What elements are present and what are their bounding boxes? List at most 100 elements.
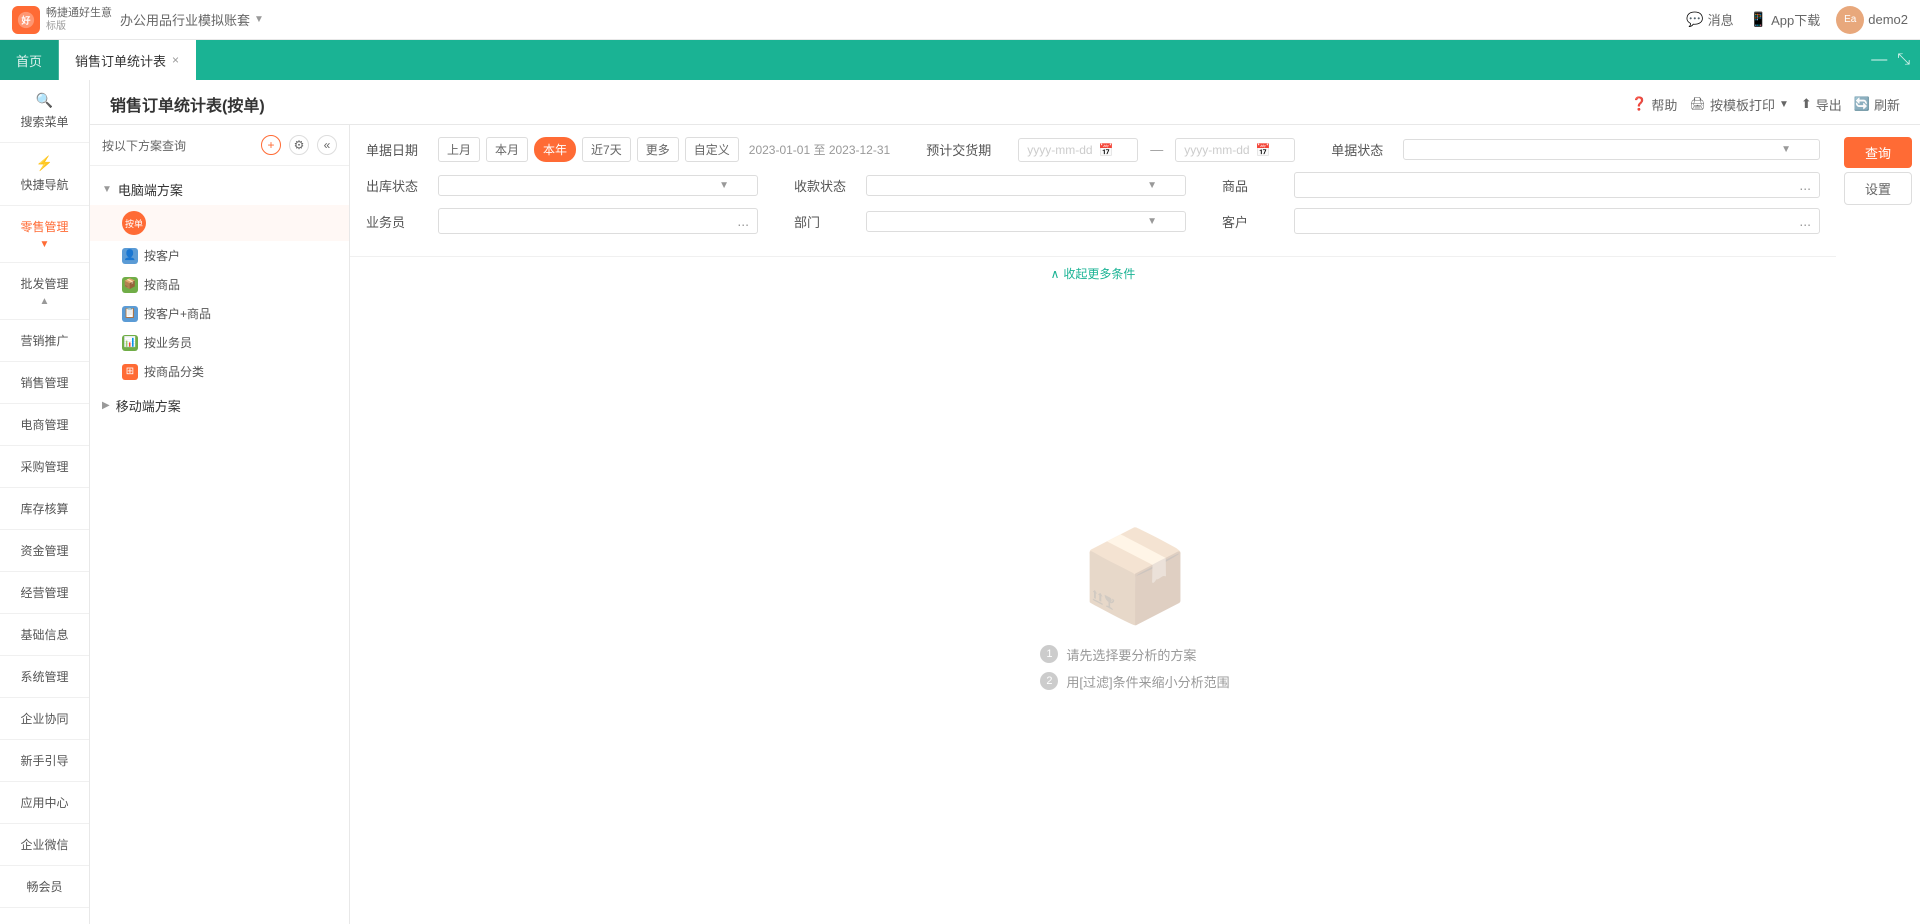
payment-status-chevron-icon: ▼ xyxy=(1147,180,1157,191)
help-icon: ❓ xyxy=(1631,96,1647,112)
page-header: 销售订单统计表(按单) ❓ 帮助 🖨 按模板打印 ▼ ⬆ 导出 🔄 刷新 xyxy=(90,80,1920,125)
refresh-button[interactable]: 🔄 刷新 xyxy=(1854,95,1900,114)
empty-tip-2: 2 用[过滤]条件来缩小分析范围 xyxy=(1040,672,1229,691)
tree-parent-mobile[interactable]: ▶ 移动端方案 xyxy=(90,390,349,421)
export-button[interactable]: ⬆ 导出 xyxy=(1801,95,1842,114)
logo-icon: 好 xyxy=(12,6,40,34)
filter-row-2: 出库状态 ▼ 收款状态 ▼ 商品 xyxy=(366,172,1820,198)
tree-mobile-arrow-icon: ▶ xyxy=(102,400,110,411)
goods-input[interactable]: ... xyxy=(1294,172,1820,198)
sidebar-item-retail[interactable]: 零售管理 ▼ xyxy=(0,206,89,263)
message-button[interactable]: 💬 消息 xyxy=(1686,10,1733,29)
help-button[interactable]: ❓ 帮助 xyxy=(1631,95,1677,114)
wholesale-arrow-icon: ▲ xyxy=(40,296,50,307)
settings-scheme-button[interactable]: ⚙ xyxy=(289,135,309,155)
sidebar-item-ecommerce[interactable]: 电商管理 xyxy=(0,404,89,446)
retail-label: 零售管理 xyxy=(20,218,68,235)
tree-item-by-order[interactable]: 按单 xyxy=(90,205,349,241)
sidebar-item-marketing[interactable]: 营销推广 xyxy=(0,320,89,362)
tab-sales-order-stat[interactable]: 销售订单统计表 × xyxy=(59,40,196,80)
logo-text: 畅捷通好生意 标版 xyxy=(46,6,112,33)
sidebar-item-inventory[interactable]: 库存核算 xyxy=(0,488,89,530)
collapse-panel-button[interactable]: « xyxy=(317,135,337,155)
sidebar-item-quicknav[interactable]: ⚡ 快捷导航 xyxy=(0,143,89,206)
payment-status-select[interactable]: ▼ xyxy=(866,175,1186,196)
delivery-date-end-input[interactable]: yyyy-mm-dd 📅 xyxy=(1175,138,1295,162)
template-print-button[interactable]: 🖨 按模板打印 ▼ xyxy=(1689,95,1788,114)
top-bar-right: 💬 消息 📱 App下载 Ea demo2 xyxy=(1686,6,1908,34)
action-buttons: 查询 设置 xyxy=(1836,125,1920,290)
template-print-arrow-icon: ▼ xyxy=(1779,99,1789,110)
sidebar-item-appstore[interactable]: 应用中心 xyxy=(0,782,89,824)
delivery-date-start-input[interactable]: yyyy-mm-dd 📅 xyxy=(1018,138,1138,162)
settings-button[interactable]: 设置 xyxy=(1844,172,1912,205)
sidebar-item-base[interactable]: 基础信息 xyxy=(0,614,89,656)
tree-item-by-product[interactable]: 📦 按商品 xyxy=(90,270,349,299)
tab-close-icon[interactable]: × xyxy=(172,53,179,67)
department-chevron-icon: ▼ xyxy=(1147,216,1157,227)
order-status-select[interactable]: ▼ xyxy=(1403,139,1820,160)
sidebar-item-sales[interactable]: 销售管理 xyxy=(0,362,89,404)
sidebar-item-finance[interactable]: 资金管理 xyxy=(0,530,89,572)
query-button[interactable]: 查询 xyxy=(1844,137,1912,168)
user-area[interactable]: Ea demo2 xyxy=(1836,6,1908,34)
ship-status-select[interactable]: ▼ xyxy=(438,175,758,196)
sidebar-item-enterprise[interactable]: 企业协同 xyxy=(0,698,89,740)
app-download-button[interactable]: 📱 App下载 xyxy=(1750,10,1821,29)
sidebar-item-wholesale[interactable]: 批发管理 ▲ xyxy=(0,263,89,320)
sidebar-item-search[interactable]: 🔍 搜索菜单 xyxy=(0,80,89,143)
tree-parent-pc[interactable]: ▼ 电脑端方案 xyxy=(90,174,349,205)
filter-form: 单据日期 上月 本月 本年 近7天 更多 自定义 2023-01-01 至 20… xyxy=(350,125,1836,290)
content-area: 销售订单统计表(按单) ❓ 帮助 🖨 按模板打印 ▼ ⬆ 导出 🔄 刷新 xyxy=(90,80,1920,924)
date-btn-last-month[interactable]: 上月 xyxy=(438,137,480,162)
left-panel-header: 按以下方案查询 + ⚙ « xyxy=(90,125,349,166)
tree-parent-arrow-icon: ▼ xyxy=(102,184,112,195)
sidebar-item-system[interactable]: 系统管理 xyxy=(0,656,89,698)
tree-item-by-customer[interactable]: 👤 按客户 xyxy=(90,241,349,270)
date-btn-this-month[interactable]: 本月 xyxy=(486,137,528,162)
print-icon: 🖨 xyxy=(1689,96,1706,112)
logo-area: 好 畅捷通好生意 标版 xyxy=(12,6,112,34)
department-select[interactable]: ▼ xyxy=(866,211,1186,232)
salesman-ellipsis-icon: ... xyxy=(737,213,749,229)
date-filter: 上月 本月 本年 近7天 更多 自定义 2023-01-01 至 2023-12… xyxy=(438,137,890,162)
tab-home[interactable]: 首页 xyxy=(0,40,59,80)
sidebar-item-vip[interactable]: 畅会员 xyxy=(0,866,89,908)
date-btn-this-year[interactable]: 本年 xyxy=(534,137,576,162)
tree-item-by-customer-product[interactable]: 📋 按客户+商品 xyxy=(90,299,349,328)
minimize-button[interactable]: — xyxy=(1871,51,1887,69)
ship-status-chevron-icon: ▼ xyxy=(719,180,729,191)
date-btn-more[interactable]: 更多 xyxy=(637,137,679,162)
by-product-icon: 📦 xyxy=(122,277,138,293)
tree-item-by-salesman[interactable]: 📊 按业务员 xyxy=(90,328,349,357)
message-icon: 💬 xyxy=(1686,11,1703,28)
tab-bar: 首页 销售订单统计表 × — ⤡ xyxy=(0,40,1920,80)
right-filter: 单据日期 上月 本月 本年 近7天 更多 自定义 2023-01-01 至 20… xyxy=(350,125,1920,924)
tab-bar-actions: — ⤡ xyxy=(1861,40,1920,80)
top-bar-left: 好 畅捷通好生意 标版 办公用品行业模拟账套 ▼ xyxy=(12,6,264,34)
retail-arrow-icon: ▼ xyxy=(40,239,50,250)
sidebar-item-wechat[interactable]: 企业微信 xyxy=(0,824,89,866)
sidebar-item-operations[interactable]: 经营管理 xyxy=(0,572,89,614)
add-scheme-button[interactable]: + xyxy=(261,135,281,155)
search-icon: 🔍 xyxy=(36,92,53,109)
salesman-input[interactable]: ... xyxy=(438,208,758,234)
date-btn-last-7-days[interactable]: 近7天 xyxy=(582,137,631,162)
page-title: 销售订单统计表(按单) xyxy=(110,92,265,116)
date-btn-custom[interactable]: 自定义 xyxy=(685,137,739,162)
tree-item-by-product-category[interactable]: ⊞ 按商品分类 xyxy=(90,357,349,386)
tip2-number: 2 xyxy=(1040,672,1058,690)
maximize-button[interactable]: ⤡ xyxy=(1897,51,1910,69)
breadcrumb[interactable]: 办公用品行业模拟账套 ▼ xyxy=(120,10,264,29)
collapse-filter-button[interactable]: ∧ 收起更多条件 xyxy=(350,256,1836,290)
sidebar-item-purchase[interactable]: 采购管理 xyxy=(0,446,89,488)
breadcrumb-arrow-icon: ▼ xyxy=(254,14,264,25)
collapse-arrow-icon: ∧ xyxy=(1051,267,1060,281)
tip1-number: 1 xyxy=(1040,645,1058,663)
empty-tip-1: 1 请先选择要分析的方案 xyxy=(1040,645,1229,664)
department-label: 部门 xyxy=(794,212,854,231)
customer-input[interactable]: ... xyxy=(1294,208,1820,234)
sidebar-item-newbie[interactable]: 新手引导 xyxy=(0,740,89,782)
empty-state: 📦 1 请先选择要分析的方案 2 用[过滤]条件来缩小分析范围 xyxy=(350,290,1920,924)
by-customer-icon: 👤 xyxy=(122,248,138,264)
